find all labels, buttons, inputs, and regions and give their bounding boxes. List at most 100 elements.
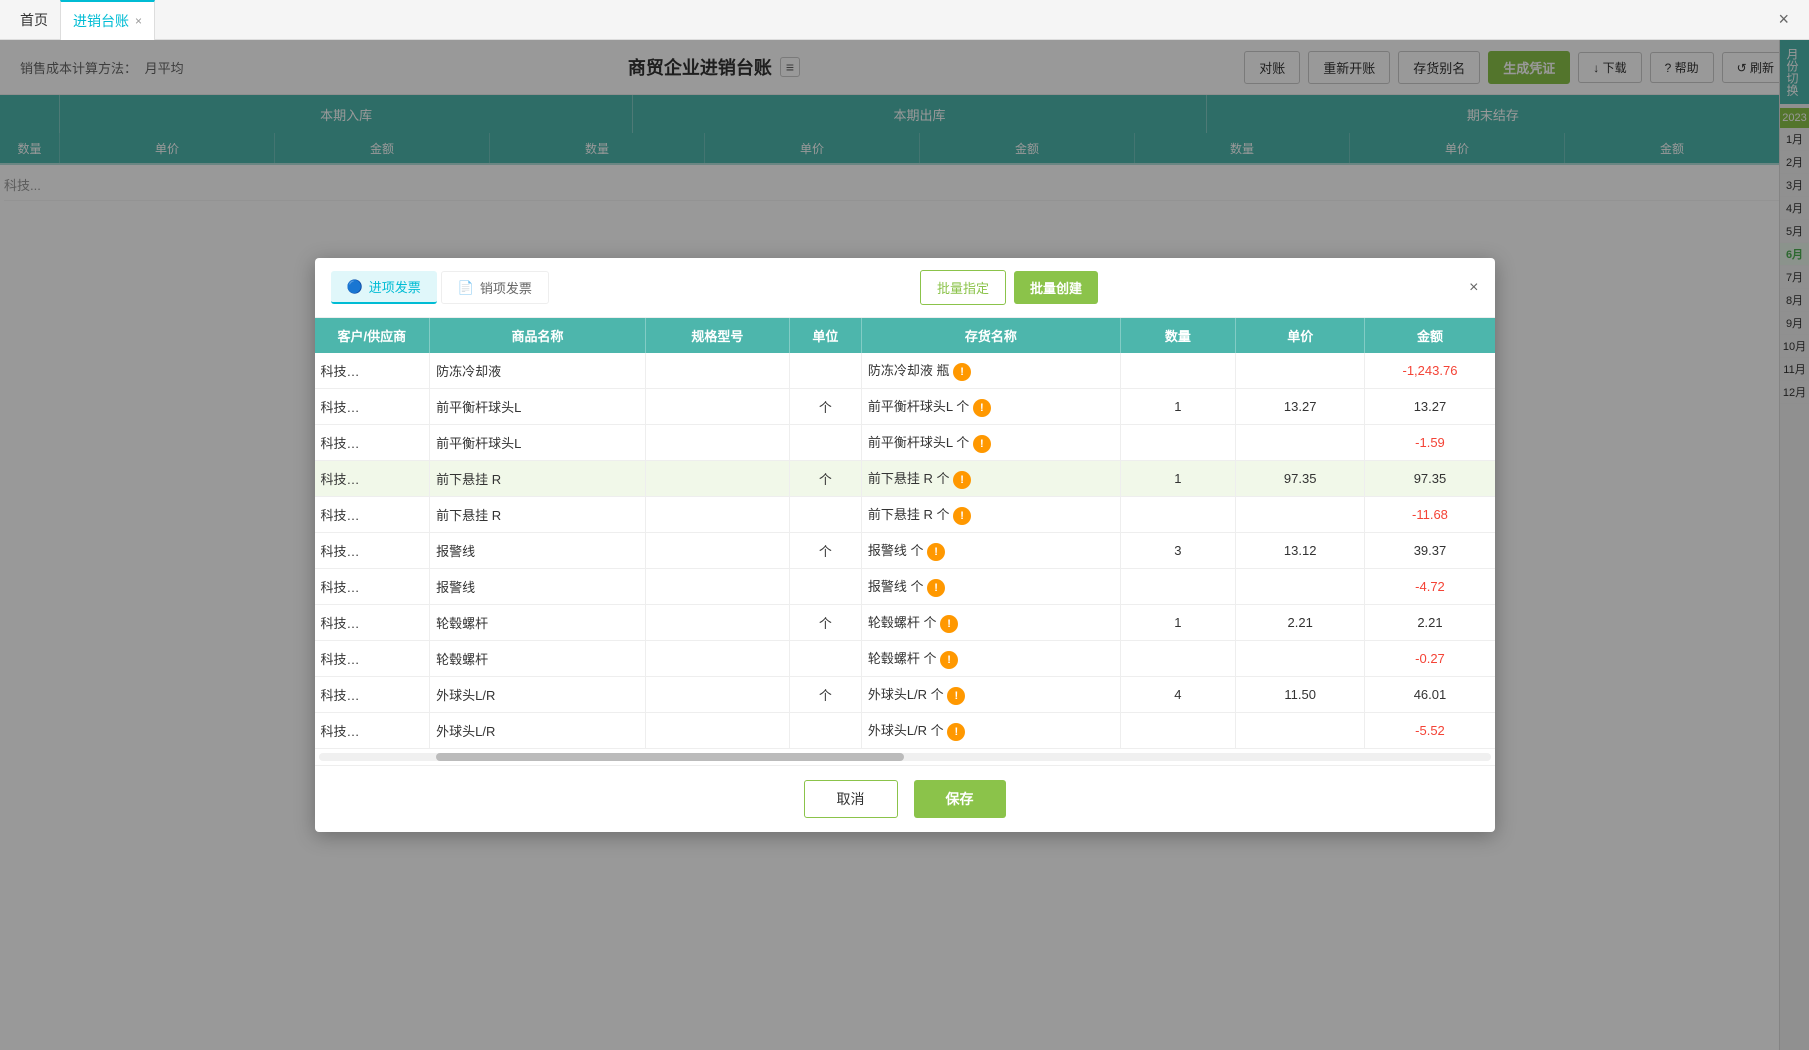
quantity-cell: 1 xyxy=(1120,605,1235,641)
supplier-cell: 科技… xyxy=(315,713,430,749)
table-row[interactable]: 科技… 轮毂螺杆 个 轮毂螺杆 个 ! 1 2.21 2.21 xyxy=(315,605,1495,641)
inventory-name-cell: 轮毂螺杆 个 ! xyxy=(861,641,1120,677)
dialog-table: 客户/供应商 商品名称 规格型号 单位 存货名称 数量 单价 金额 科技… 防冻… xyxy=(315,318,1495,749)
amount-cell: 39.37 xyxy=(1365,533,1495,569)
window-close-button[interactable]: × xyxy=(1766,9,1801,30)
batch-create-button[interactable]: 批量创建 xyxy=(1014,271,1098,304)
dialog-close-button[interactable]: × xyxy=(1469,279,1478,297)
product-name-cell: 外球头L/R xyxy=(430,713,646,749)
warning-icon: ! xyxy=(953,471,971,489)
cancel-button[interactable]: 取消 xyxy=(804,780,898,818)
table-row[interactable]: 科技… 报警线 个 报警线 个 ! 3 13.12 39.37 xyxy=(315,533,1495,569)
amount-cell: -5.52 xyxy=(1365,713,1495,749)
active-tab[interactable]: 进销台账 × xyxy=(60,0,155,40)
amount-cell: 13.27 xyxy=(1365,389,1495,425)
spec-cell xyxy=(645,533,789,569)
product-name-cell: 报警线 xyxy=(430,569,646,605)
unit-price-cell: 11.50 xyxy=(1235,677,1365,713)
unit-cell xyxy=(789,713,861,749)
warning-icon: ! xyxy=(973,435,991,453)
unit-cell xyxy=(789,353,861,389)
table-row[interactable]: 科技… 前下悬挂 R 前下悬挂 R 个 ! -11.68 xyxy=(315,497,1495,533)
product-name-cell: 外球头L/R xyxy=(430,677,646,713)
inventory-name-cell: 外球头L/R 个 ! xyxy=(861,713,1120,749)
unit-cell xyxy=(789,641,861,677)
horizontal-scrollbar[interactable] xyxy=(319,753,1491,761)
purchase-tab-icon: 🔵 xyxy=(347,279,363,295)
table-row[interactable]: 科技… 轮毂螺杆 轮毂螺杆 个 ! -0.27 xyxy=(315,641,1495,677)
unit-price-cell xyxy=(1235,497,1365,533)
inventory-name-cell: 防冻冷却液 瓶 ! xyxy=(861,353,1120,389)
amount-cell: -4.72 xyxy=(1365,569,1495,605)
scroll-thumb[interactable] xyxy=(436,753,905,761)
warning-icon: ! xyxy=(947,687,965,705)
active-tab-label: 进销台账 xyxy=(73,11,129,31)
amount-cell: -0.27 xyxy=(1365,641,1495,677)
table-row[interactable]: 科技… 外球头L/R 外球头L/R 个 ! -5.52 xyxy=(315,713,1495,749)
unit-price-cell xyxy=(1235,641,1365,677)
inventory-name-cell: 前下悬挂 R 个 ! xyxy=(861,497,1120,533)
amount-cell: 46.01 xyxy=(1365,677,1495,713)
spec-cell xyxy=(645,425,789,461)
product-name-cell: 前下悬挂 R xyxy=(430,497,646,533)
quantity-cell: 1 xyxy=(1120,461,1235,497)
unit-price-cell xyxy=(1235,353,1365,389)
col-amount: 金额 xyxy=(1365,318,1495,353)
warning-icon: ! xyxy=(947,723,965,741)
table-row[interactable]: 科技… 前平衡杆球头L 个 前平衡杆球头L 个 ! 1 13.27 13.27 xyxy=(315,389,1495,425)
warning-icon: ! xyxy=(953,363,971,381)
product-name-cell: 前下悬挂 R xyxy=(430,461,646,497)
spec-cell xyxy=(645,677,789,713)
quantity-cell: 1 xyxy=(1120,389,1235,425)
table-row[interactable]: 科技… 防冻冷却液 防冻冷却液 瓶 ! -1,243.76 xyxy=(315,353,1495,389)
amount-cell: -11.68 xyxy=(1365,497,1495,533)
unit-cell xyxy=(789,425,861,461)
unit-cell xyxy=(789,569,861,605)
col-unit-price: 单价 xyxy=(1235,318,1365,353)
save-button[interactable]: 保存 xyxy=(914,780,1006,818)
product-name-cell: 报警线 xyxy=(430,533,646,569)
home-tab[interactable]: 首页 xyxy=(8,0,60,40)
unit-cell: 个 xyxy=(789,605,861,641)
spec-cell xyxy=(645,641,789,677)
amount-cell: -1,243.76 xyxy=(1365,353,1495,389)
inventory-name-cell: 报警线 个 ! xyxy=(861,569,1120,605)
sales-invoice-tab[interactable]: 📄 销项发票 xyxy=(441,271,549,304)
warning-icon: ! xyxy=(973,399,991,417)
warning-icon: ! xyxy=(953,507,971,525)
supplier-cell: 科技… xyxy=(315,533,430,569)
table-row[interactable]: 科技… 前平衡杆球头L 前平衡杆球头L 个 ! -1.59 xyxy=(315,425,1495,461)
sales-tab-icon: 📄 xyxy=(458,280,474,296)
inventory-name-cell: 前平衡杆球头L 个 ! xyxy=(861,425,1120,461)
tab-close-icon[interactable]: × xyxy=(135,14,142,28)
supplier-cell: 科技… xyxy=(315,353,430,389)
table-row[interactable]: 科技… 报警线 报警线 个 ! -4.72 xyxy=(315,569,1495,605)
unit-cell: 个 xyxy=(789,389,861,425)
supplier-cell: 科技… xyxy=(315,605,430,641)
unit-price-cell: 13.27 xyxy=(1235,389,1365,425)
warning-icon: ! xyxy=(927,579,945,597)
table-row[interactable]: 科技… 外球头L/R 个 外球头L/R 个 ! 4 11.50 46.01 xyxy=(315,677,1495,713)
spec-cell xyxy=(645,569,789,605)
product-name-cell: 轮毂螺杆 xyxy=(430,641,646,677)
supplier-cell: 科技… xyxy=(315,677,430,713)
supplier-cell: 科技… xyxy=(315,389,430,425)
amount-cell: 97.35 xyxy=(1365,461,1495,497)
table-row[interactable]: 科技… 前下悬挂 R 个 前下悬挂 R 个 ! 1 97.35 97.35 xyxy=(315,461,1495,497)
spec-cell xyxy=(645,461,789,497)
unit-price-cell: 13.12 xyxy=(1235,533,1365,569)
spec-cell xyxy=(645,389,789,425)
purchase-invoice-tab[interactable]: 🔵 进项发票 xyxy=(331,271,437,304)
dialog-overlay: 🔵 进项发票 📄 销项发票 批量指定 批量创建 × xyxy=(0,40,1809,1050)
spec-cell xyxy=(645,713,789,749)
product-name-cell: 前平衡杆球头L xyxy=(430,425,646,461)
col-inventory-name: 存货名称 xyxy=(861,318,1120,353)
batch-assign-button[interactable]: 批量指定 xyxy=(920,270,1006,305)
product-name-cell: 防冻冷却液 xyxy=(430,353,646,389)
dialog-footer: 取消 保存 xyxy=(315,765,1495,832)
supplier-cell: 科技… xyxy=(315,497,430,533)
unit-price-cell: 97.35 xyxy=(1235,461,1365,497)
warning-icon: ! xyxy=(940,651,958,669)
quantity-cell xyxy=(1120,425,1235,461)
spec-cell xyxy=(645,497,789,533)
